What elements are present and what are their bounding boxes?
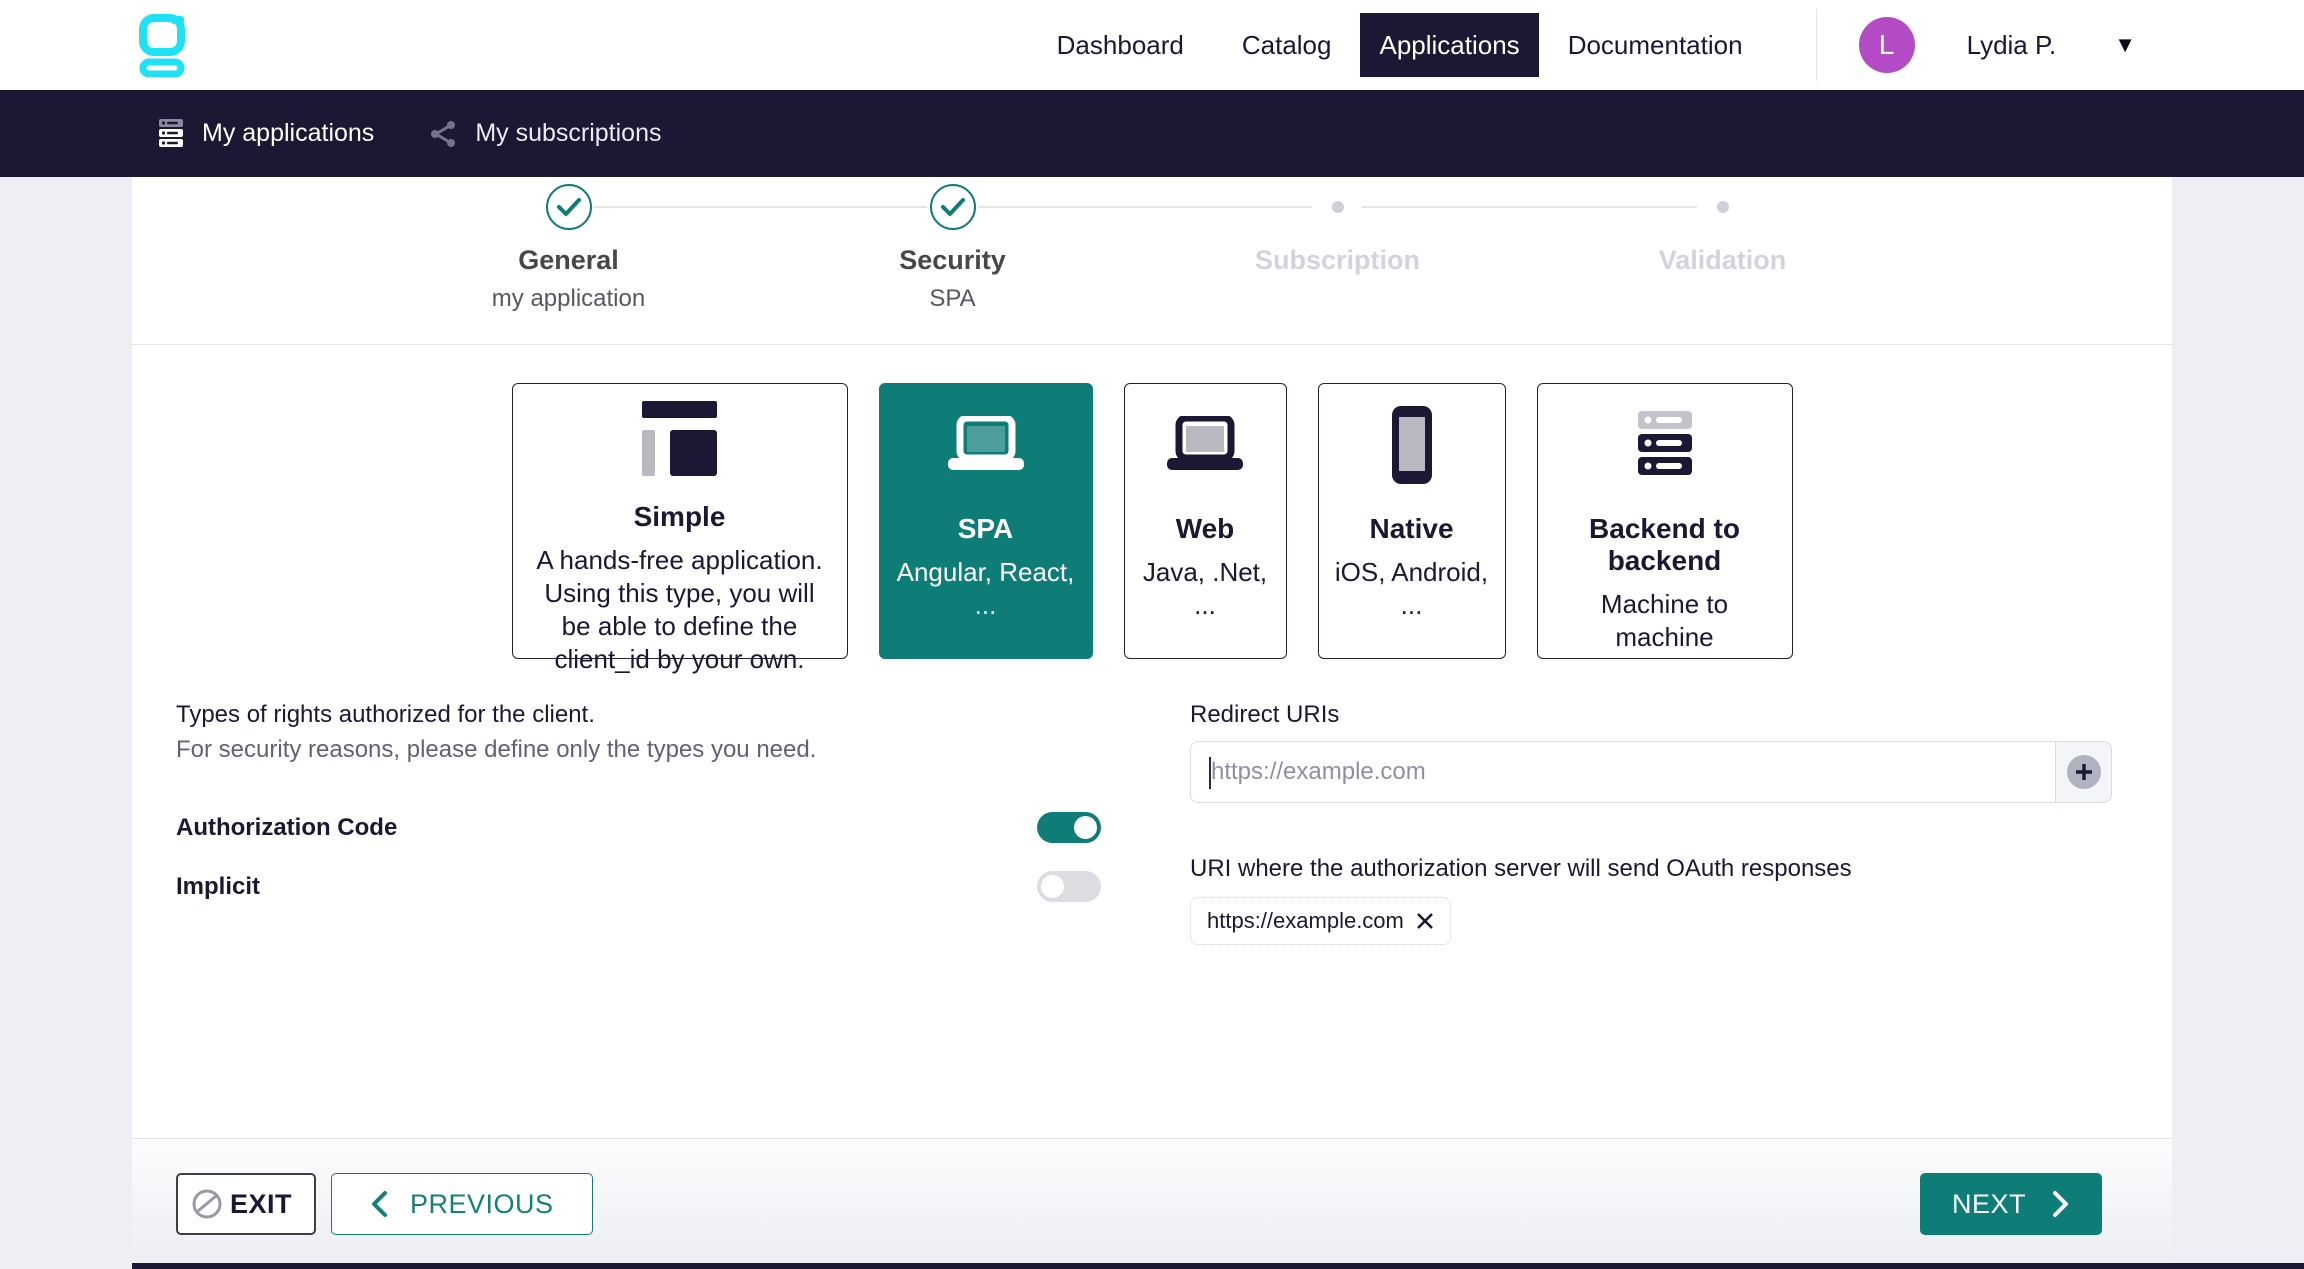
nav-item-dashboard[interactable]: Dashboard — [1028, 13, 1213, 77]
step-title: Validation — [1659, 245, 1787, 276]
user-menu[interactable]: L Lydia P. ▼ — [1817, 17, 2136, 73]
wizard-action-bar: EXIT PREVIOUS NEXT — [132, 1138, 2172, 1269]
step-title: Subscription — [1255, 245, 1420, 276]
layout-icon — [642, 401, 718, 477]
card-description: Machine to machine — [1552, 588, 1778, 654]
step-subtitle: SPA — [929, 285, 975, 313]
step-title: General — [518, 245, 619, 276]
redirect-uri-input[interactable] — [1191, 742, 2055, 802]
laptop-icon — [947, 416, 1025, 474]
plus-icon — [2067, 755, 2101, 789]
app-type-card-native[interactable]: Native iOS, Android, ... — [1318, 383, 1506, 659]
chevron-left-icon — [370, 1190, 388, 1218]
gravitee-logo-icon[interactable] — [138, 13, 188, 77]
grant-types-note: For security reasons, please define only… — [176, 736, 1101, 764]
next-label: NEXT — [1952, 1189, 2026, 1220]
previous-label: PREVIOUS — [410, 1189, 554, 1220]
toggle-label: Implicit — [176, 873, 260, 901]
subnav-item-my-applications[interactable]: My applications — [157, 119, 374, 149]
subnav-label: My subscriptions — [475, 119, 661, 148]
toggle-row-authorization-code: Authorization Code — [176, 812, 1101, 843]
app-type-card-web[interactable]: Web Java, .Net, ... — [1124, 383, 1287, 659]
uri-chip: https://example.com — [1190, 897, 1451, 945]
app-type-card-spa[interactable]: SPA Angular, React, ... — [879, 383, 1093, 659]
grant-types-heading: Types of rights authorized for the clien… — [176, 701, 1101, 729]
card-description: iOS, Android, ... — [1333, 556, 1491, 622]
remove-uri-icon[interactable] — [1416, 912, 1434, 930]
step-dot-icon — [1717, 201, 1729, 213]
check-circle-icon — [930, 184, 976, 230]
toggle-knob — [1039, 873, 1066, 900]
text-caret — [1209, 757, 1211, 789]
prohibited-icon — [190, 1187, 224, 1221]
card-title: Backend to backend — [1552, 513, 1778, 577]
check-circle-icon — [546, 184, 592, 230]
laptop-icon — [1166, 416, 1244, 474]
nav-item-documentation[interactable]: Documentation — [1539, 13, 1772, 77]
implicit-toggle[interactable] — [1037, 871, 1101, 902]
wizard-stepper: General my application Security SPA Subs… — [132, 177, 2172, 345]
servers-icon — [1634, 411, 1696, 479]
step-security[interactable]: Security SPA — [760, 184, 1145, 313]
primary-nav: Dashboard Catalog Applications Documenta… — [1028, 0, 1772, 90]
step-subtitle: my application — [492, 285, 645, 313]
toggle-row-implicit: Implicit — [176, 871, 1101, 902]
servers-icon — [157, 119, 185, 149]
subnav-label: My applications — [202, 119, 374, 148]
avatar: L — [1859, 17, 1915, 73]
user-name: Lydia P. — [1967, 30, 2057, 61]
card-title: Simple — [634, 501, 726, 533]
card-description: A hands-free application. Using this typ… — [527, 544, 833, 676]
nav-item-catalog[interactable]: Catalog — [1213, 13, 1361, 77]
redirect-uri-field — [1190, 741, 2112, 803]
step-dot-icon — [1332, 201, 1344, 213]
app-type-card-backend[interactable]: Backend to backend Machine to machine — [1537, 383, 1793, 659]
share-icon — [430, 120, 458, 148]
security-form: Types of rights authorized for the clien… — [132, 701, 2172, 945]
card-description: Java, .Net, ... — [1139, 556, 1272, 622]
toggle-label: Authorization Code — [176, 814, 397, 842]
chevron-down-icon: ▼ — [2114, 32, 2136, 58]
grant-types-section: Types of rights authorized for the clien… — [176, 701, 1101, 945]
top-nav: Dashboard Catalog Applications Documenta… — [0, 0, 2304, 90]
toggle-knob — [1072, 814, 1099, 841]
previous-button[interactable]: PREVIOUS — [331, 1173, 593, 1235]
next-button[interactable]: NEXT — [1920, 1173, 2102, 1235]
app-type-card-simple[interactable]: Simple A hands-free application. Using t… — [512, 383, 848, 659]
card-description: Angular, React, ... — [894, 556, 1078, 622]
card-title: Native — [1369, 513, 1453, 545]
redirect-uris-section: Redirect URIs URI where the authorizatio… — [1190, 701, 2112, 945]
step-general[interactable]: General my application — [376, 184, 761, 313]
redirect-uri-chips: https://example.com — [1190, 897, 2112, 945]
card-title: SPA — [958, 513, 1014, 545]
authorization-code-toggle[interactable] — [1037, 812, 1101, 843]
subnav-item-my-subscriptions[interactable]: My subscriptions — [430, 119, 661, 148]
wizard-page: General my application Security SPA Subs… — [132, 177, 2172, 1269]
uri-chip-value: https://example.com — [1207, 908, 1404, 934]
nav-item-applications[interactable]: Applications — [1360, 13, 1538, 77]
step-title: Security — [899, 245, 1006, 276]
add-uri-button[interactable] — [2055, 742, 2111, 802]
bottom-footer-edge — [132, 1263, 2304, 1269]
smartphone-icon — [1391, 405, 1433, 485]
secondary-nav: My applications My subscriptions — [0, 90, 2304, 177]
exit-button[interactable]: EXIT — [176, 1173, 316, 1235]
exit-label: EXIT — [230, 1189, 292, 1220]
step-subscription: Subscription — [1145, 184, 1530, 285]
app-type-cards: Simple A hands-free application. Using t… — [132, 383, 2172, 659]
redirect-uri-help-text: URI where the authorization server will … — [1190, 855, 2112, 883]
chevron-right-icon — [2052, 1190, 2070, 1218]
step-validation: Validation — [1530, 184, 1915, 285]
redirect-uris-label: Redirect URIs — [1190, 701, 2112, 729]
card-title: Web — [1176, 513, 1235, 545]
